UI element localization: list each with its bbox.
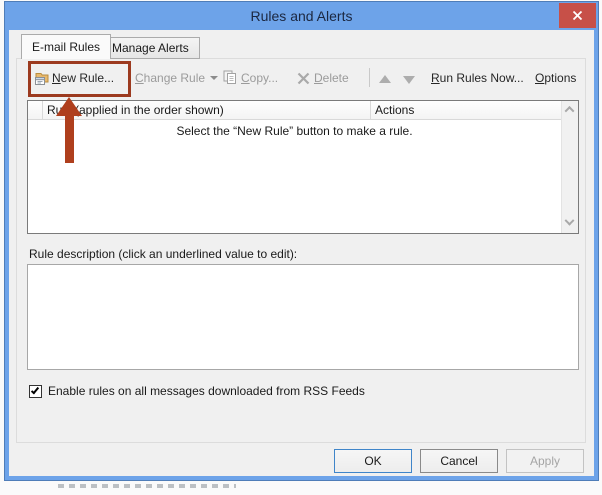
- footer-button-row: OK Cancel Apply: [334, 449, 584, 473]
- options-button[interactable]: Options: [535, 71, 576, 85]
- chevron-down-icon: [210, 76, 219, 80]
- rules-list[interactable]: Rule (applied in the order shown) Action…: [27, 100, 579, 234]
- dialog-body: E-mail Rules Manage Alerts New Rule... C…: [9, 30, 594, 476]
- options-label: Options: [535, 71, 577, 85]
- toolbar-separator: [369, 68, 370, 87]
- run-rules-now-button[interactable]: Run Rules Now...: [431, 71, 524, 85]
- rss-feeds-label: Enable rules on all messages downloaded …: [48, 384, 365, 398]
- change-rule-label: Change Rule: [135, 71, 206, 85]
- rules-list-empty-message: Select the “New Rule” button to make a r…: [176, 124, 413, 138]
- tab-email-rules-label: E-mail Rules: [32, 40, 101, 54]
- tab-manage-alerts[interactable]: Manage Alerts: [102, 37, 200, 59]
- cancel-button[interactable]: Cancel: [420, 449, 498, 473]
- rss-feeds-checkbox[interactable]: [29, 384, 42, 398]
- new-rule-button[interactable]: New Rule...: [52, 71, 114, 85]
- close-icon: [572, 10, 583, 21]
- rules-list-scrollbar[interactable]: [561, 101, 578, 233]
- new-rule-icon: [34, 70, 50, 89]
- rss-feeds-option[interactable]: Enable rules on all messages downloaded …: [29, 384, 365, 398]
- change-rule-button[interactable]: Change Rule: [135, 71, 219, 85]
- column-header-selection[interactable]: [28, 101, 43, 119]
- new-rule-label: New Rule...: [52, 71, 115, 85]
- delete-label: Delete: [314, 71, 349, 85]
- background-page-text: [58, 484, 236, 488]
- copy-button[interactable]: Copy...: [241, 71, 278, 85]
- copy-label: Copy...: [241, 71, 279, 85]
- checkmark-icon: [30, 385, 40, 394]
- tab-email-rules[interactable]: E-mail Rules: [21, 34, 112, 59]
- rules-and-alerts-dialog: Rules and Alerts E-mail Rules Manage Ale…: [4, 1, 599, 481]
- titlebar[interactable]: Rules and Alerts: [5, 2, 598, 30]
- column-header-actions[interactable]: Actions: [371, 101, 561, 119]
- copy-icon: [223, 70, 237, 88]
- delete-icon: [297, 72, 310, 88]
- move-down-button[interactable]: [403, 76, 415, 84]
- column-header-rule[interactable]: Rule (applied in the order shown): [43, 101, 371, 119]
- window-title: Rules and Alerts: [250, 8, 353, 24]
- tab-manage-alerts-label: Manage Alerts: [112, 41, 189, 55]
- move-up-button[interactable]: [379, 75, 391, 83]
- ok-button[interactable]: OK: [334, 449, 412, 473]
- run-rules-now-label: Run Rules Now...: [431, 71, 524, 85]
- delete-button[interactable]: Delete: [314, 71, 349, 85]
- close-button[interactable]: [559, 3, 596, 28]
- email-rules-panel: New Rule... Change Rule Copy... Delete R…: [16, 58, 586, 443]
- rule-description-box[interactable]: [27, 264, 579, 370]
- scroll-up-icon[interactable]: [564, 105, 575, 116]
- scroll-down-icon[interactable]: [564, 215, 575, 228]
- apply-button[interactable]: Apply: [506, 449, 584, 473]
- rules-list-header: Rule (applied in the order shown) Action…: [28, 101, 561, 120]
- rule-description-label: Rule description (click an underlined va…: [29, 247, 298, 261]
